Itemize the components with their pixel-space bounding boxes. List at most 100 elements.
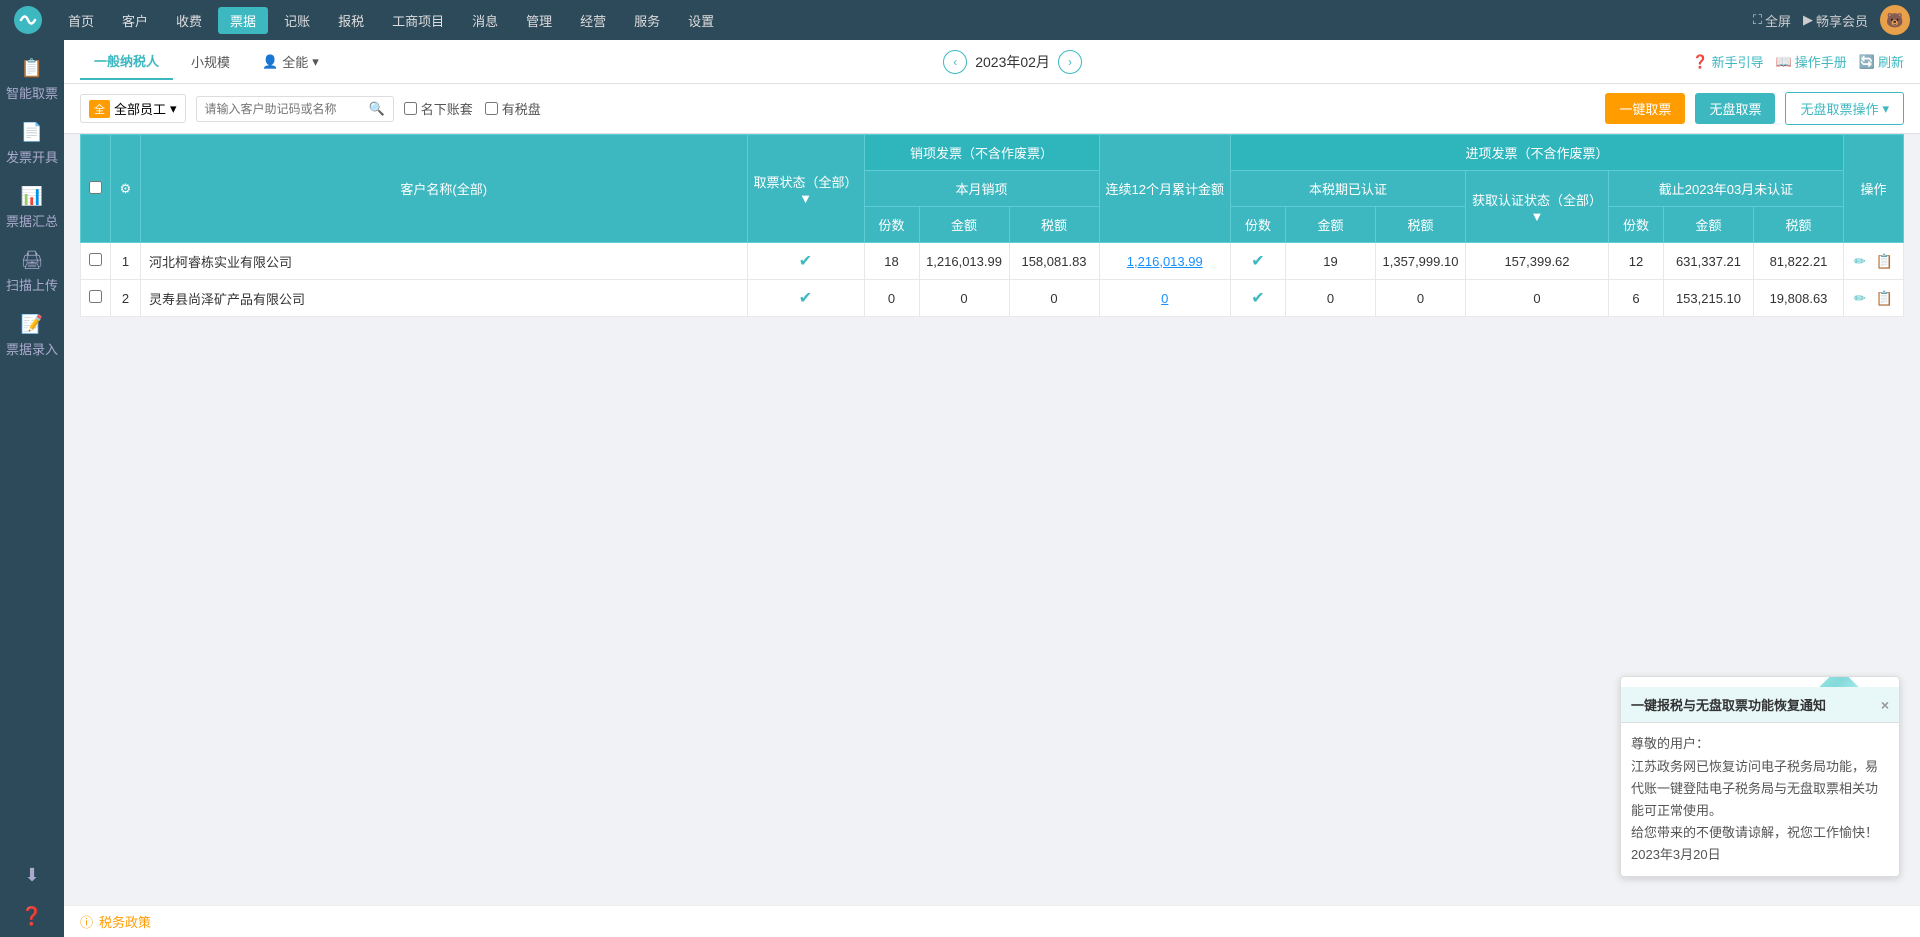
top-navigation: 首页 客户 收费 票据 记账 报税 工商项目 消息 管理 经营 服务 设置 ⛶ … [0, 0, 1920, 40]
smart-ticket-icon: 📋 [21, 58, 43, 79]
manual-btn[interactable]: 📖 操作手册 [1776, 52, 1847, 71]
row-edit-icon[interactable]: ✏ [1854, 290, 1866, 306]
nav-customer[interactable]: 客户 [110, 7, 160, 34]
one-click-ticket-btn[interactable]: 一键取票 [1605, 93, 1685, 124]
member-icon: ▶ [1803, 12, 1813, 28]
user-avatar[interactable]: 🐻 [1880, 5, 1910, 35]
row-actions: ✏ 📋 [1844, 243, 1904, 280]
notification-panel: 一键报税与无盘取票功能恢复通知 × 尊敬的用户：江苏政务网已恢复访问电子税务局功… [1620, 676, 1900, 877]
th-s-tax: 税额 [1009, 207, 1099, 243]
row-actions: ✏ 📋 [1844, 280, 1904, 317]
row-12month[interactable]: 1,216,013.99 [1099, 243, 1230, 280]
all-capable-icon: 👤 [262, 54, 278, 70]
tab-all-capable[interactable]: 👤 全能 ▾ [248, 44, 333, 79]
help-icon: ❓ [21, 906, 43, 927]
employee-select[interactable]: 全 全部员工 ▾ [80, 94, 186, 123]
row-checkbox[interactable] [89, 290, 102, 303]
period-navigator: ‹ 2023年02月 › [943, 50, 1082, 74]
row-edit-icon[interactable]: ✏ [1854, 253, 1866, 269]
nav-fee[interactable]: 收费 [164, 7, 214, 34]
th-sales-month: 本月销项 [864, 171, 1099, 207]
nav-service[interactable]: 服务 [622, 7, 672, 34]
nav-bookkeeping[interactable]: 记账 [272, 7, 322, 34]
guide-btn[interactable]: ❓ 新手引导 [1692, 52, 1763, 71]
checkbox-taxdisk[interactable] [485, 102, 498, 115]
row-checkbox-cell[interactable] [81, 243, 111, 280]
sidebar-item-download[interactable]: ⬇ [17, 855, 47, 896]
sidebar-item-scan-upload[interactable]: 🖨 扫描上传 [0, 240, 64, 304]
tab-small-scale[interactable]: 小规模 [177, 44, 244, 79]
th-s-count: 份数 [864, 207, 919, 243]
sidebar-item-smart-ticket[interactable]: 📋 智能取票 [0, 48, 64, 112]
tab-actions: ❓ 新手引导 📖 操作手册 🔄 刷新 [1692, 52, 1904, 71]
search-input[interactable] [205, 102, 365, 116]
period-display: 2023年02月 [975, 52, 1050, 72]
no-disk-ticket-btn[interactable]: 无盘取票 [1695, 93, 1775, 124]
search-icon[interactable]: 🔍 [369, 101, 385, 117]
tab-bar: 一般纳税人 小规模 👤 全能 ▾ ‹ 2023年02月 › ❓ 新手引导 [64, 40, 1920, 84]
row-take-status: ✔ [747, 280, 864, 317]
fullscreen-btn[interactable]: ⛶ 全屏 [1753, 11, 1791, 30]
refresh-icon: 🔄 [1859, 54, 1875, 70]
notification-close-btn[interactable]: × [1881, 697, 1889, 713]
period-next-btn[interactable]: › [1058, 50, 1082, 74]
th-purchase-group: 进项发票（不含作废票） [1230, 135, 1843, 171]
th-unconf: 截止2023年03月未认证 [1609, 171, 1844, 207]
nav-management[interactable]: 管理 [514, 7, 564, 34]
refresh-btn[interactable]: 🔄 刷新 [1859, 52, 1904, 71]
period-prev-btn[interactable]: ‹ [943, 50, 967, 74]
nav-operation[interactable]: 经营 [568, 7, 618, 34]
member-btn[interactable]: ▶ 畅享会员 [1803, 11, 1868, 30]
th-settings-icon: ⚙ [111, 135, 141, 243]
nav-right-actions: ⛶ 全屏 ▶ 畅享会员 🐻 [1753, 5, 1910, 35]
sidebar-item-help[interactable]: ❓ [17, 896, 47, 937]
row-confirm-status: ✔ [1230, 243, 1285, 280]
nav-home[interactable]: 首页 [56, 7, 106, 34]
row-pur-amount: 1,357,999.10 [1375, 243, 1465, 280]
no-disk-ops-btn[interactable]: 无盘取票操作 ▾ [1785, 92, 1904, 125]
th-s-amount: 金额 [919, 207, 1009, 243]
search-box: 🔍 [196, 96, 394, 122]
row-take-status: ✔ [747, 243, 864, 280]
th-u-count: 份数 [1609, 207, 1664, 243]
row-pur-count: 19 [1285, 243, 1375, 280]
checkbox-account-label[interactable]: 名下账套 [404, 99, 473, 118]
row-confirm-status: ✔ [1230, 280, 1285, 317]
th-12month: 连续12个月累计金额 [1099, 135, 1230, 243]
row-sales-count: 0 [864, 280, 919, 317]
select-all-checkbox[interactable] [89, 181, 102, 194]
th-confirm-status: 获取认证状态（全部） ▼ [1465, 171, 1608, 243]
sidebar-item-invoice-entry[interactable]: 📝 票据录入 [0, 304, 64, 368]
row-unconf-amount: 631,337.21 [1664, 243, 1754, 280]
th-checkbox [81, 135, 111, 243]
row-detail-icon[interactable]: 📋 [1875, 253, 1892, 269]
row-detail-icon[interactable]: 📋 [1875, 290, 1892, 306]
sidebar-item-invoice-summary[interactable]: 📊 票据汇总 [0, 176, 64, 240]
sidebar-item-invoice-open[interactable]: 📄 发票开具 [0, 112, 64, 176]
confirm-status-filter-icon: ▼ [1472, 209, 1602, 224]
nav-tax[interactable]: 报税 [326, 7, 376, 34]
tab-dropdown-icon: ▾ [312, 54, 319, 70]
nav-settings[interactable]: 设置 [676, 7, 726, 34]
checkbox-taxdisk-label[interactable]: 有税盘 [485, 99, 541, 118]
guide-icon: ❓ [1692, 54, 1708, 70]
row-checkbox-cell[interactable] [81, 280, 111, 317]
checkbox-account[interactable] [404, 102, 417, 115]
nav-invoice[interactable]: 票据 [218, 7, 268, 34]
nav-business[interactable]: 工商项目 [380, 7, 456, 34]
th-u-tax: 税额 [1754, 207, 1844, 243]
nav-message[interactable]: 消息 [460, 7, 510, 34]
row-sales-count: 18 [864, 243, 919, 280]
row-checkbox[interactable] [89, 253, 102, 266]
row-index: 1 [111, 243, 141, 280]
th-p-amount: 金额 [1285, 207, 1375, 243]
tax-policy-link[interactable]: 税务政策 [99, 912, 151, 931]
tab-general-taxpayer[interactable]: 一般纳税人 [80, 43, 173, 80]
row-pur-tax: 157,399.62 [1465, 243, 1608, 280]
row-12month[interactable]: 0 [1099, 280, 1230, 317]
invoice-table: ⚙ 客户名称(全部) 取票状态（全部） ▼ 销项发票（不含作废票） 连续12个月… [80, 134, 1904, 317]
app-logo [10, 2, 46, 38]
row-unconf-count: 6 [1609, 280, 1664, 317]
th-take-status: 取票状态（全部） ▼ [747, 135, 864, 243]
row-unconf-tax: 19,808.63 [1754, 280, 1844, 317]
